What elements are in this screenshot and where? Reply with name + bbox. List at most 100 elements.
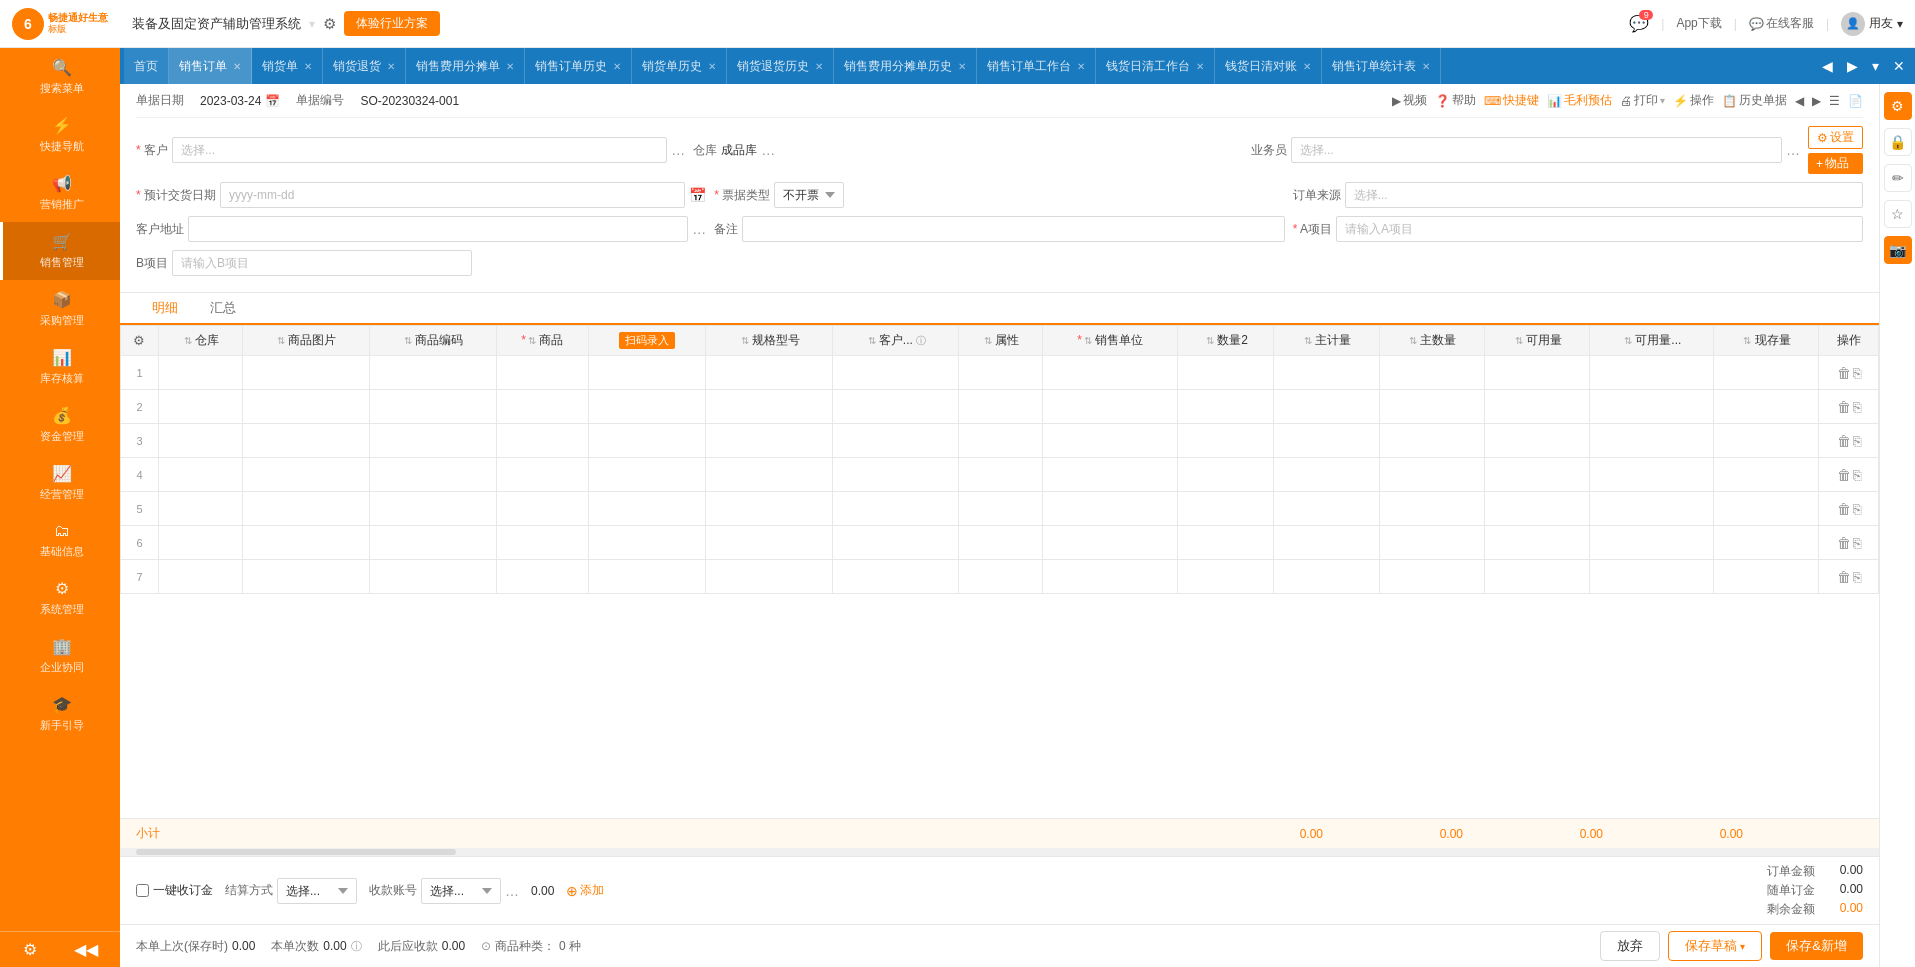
help-btn[interactable]: ❓ 帮助 bbox=[1435, 92, 1476, 109]
online-support-link[interactable]: 💬 在线客服 bbox=[1749, 15, 1814, 32]
rp-lock-btn[interactable]: 🔒 bbox=[1884, 128, 1912, 156]
tab-detail[interactable]: 明细 bbox=[136, 293, 194, 325]
settings-bottom-icon[interactable]: ⚙ bbox=[23, 940, 37, 959]
row-2-delete-icon[interactable]: 🗑 bbox=[1837, 399, 1851, 415]
sidebar-item-inventory[interactable]: 📊 库存核算 bbox=[0, 338, 120, 396]
row-6-copy-icon[interactable]: ⎘ bbox=[1853, 535, 1861, 551]
account-select[interactable]: 选择... bbox=[421, 878, 501, 904]
tab-sales-order-close[interactable]: ✕ bbox=[233, 61, 241, 72]
operation-btn[interactable]: ⚡ 操作 bbox=[1673, 92, 1714, 109]
add-payment-btn[interactable]: ⊕ 添加 bbox=[566, 882, 604, 899]
tab-summary[interactable]: 汇总 bbox=[194, 293, 252, 325]
scroll-indicator[interactable] bbox=[120, 848, 1879, 856]
tab-order-history[interactable]: 销售订单历史 ✕ bbox=[525, 48, 632, 84]
sidebar-item-finance[interactable]: 💰 资金管理 bbox=[0, 396, 120, 454]
print-btn[interactable]: 🖨 打印 ▾ bbox=[1620, 92, 1665, 109]
add-goods-btn[interactable]: + 物品 bbox=[1808, 153, 1863, 174]
row-1-main-qty[interactable] bbox=[1379, 356, 1484, 390]
settings-icon[interactable]: ⚙ bbox=[323, 15, 336, 33]
draft-btn[interactable]: 保存草稿 ▾ bbox=[1668, 931, 1763, 961]
address-input[interactable] bbox=[188, 216, 688, 242]
row-3-copy-icon[interactable]: ⎘ bbox=[1853, 433, 1861, 449]
tab-statistics-close[interactable]: ✕ bbox=[1422, 61, 1430, 72]
row-2-unit[interactable] bbox=[1042, 390, 1178, 424]
collapse-icon[interactable]: ◀◀ bbox=[74, 940, 98, 959]
remark-input[interactable] bbox=[742, 216, 1284, 242]
profit-btn[interactable]: 📊 毛利预估 bbox=[1547, 92, 1612, 109]
app-download-link[interactable]: App下载 bbox=[1676, 15, 1721, 32]
row-5-delete-icon[interactable]: 🗑 bbox=[1837, 501, 1851, 517]
user-menu[interactable]: 👤 用友 ▾ bbox=[1841, 12, 1903, 36]
staff-input[interactable] bbox=[1291, 137, 1782, 163]
quick-settle-checkbox[interactable]: 一键收订金 bbox=[136, 882, 213, 899]
quick-settle-check[interactable] bbox=[136, 884, 149, 897]
sidebar-item-enterprise[interactable]: 🏢 企业协同 bbox=[0, 627, 120, 685]
tab-return-history[interactable]: 销货退货历史 ✕ bbox=[727, 48, 834, 84]
view-btn[interactable]: ▶ 视频 bbox=[1392, 92, 1427, 109]
tab-expense-history-close[interactable]: ✕ bbox=[958, 61, 966, 72]
sidebar-item-sales[interactable]: 🛒 销售管理 bbox=[0, 222, 120, 280]
row-2-copy-icon[interactable]: ⎘ bbox=[1853, 399, 1861, 415]
sidebar-item-marketing[interactable]: 📢 营销推广 bbox=[0, 164, 120, 222]
row-5-copy-icon[interactable]: ⎘ bbox=[1853, 501, 1861, 517]
sidebar-item-basic[interactable]: 🗂 基础信息 bbox=[0, 512, 120, 569]
row-1-delete-icon[interactable]: 🗑 bbox=[1837, 365, 1851, 381]
delivery-date-input[interactable] bbox=[220, 182, 685, 208]
tab-invoice[interactable]: 销货单 ✕ bbox=[252, 48, 323, 84]
tab-return-history-close[interactable]: ✕ bbox=[815, 61, 823, 72]
a-project-input[interactable] bbox=[1336, 216, 1863, 242]
customer-input[interactable] bbox=[172, 137, 667, 163]
row-1-warehouse[interactable] bbox=[158, 356, 242, 390]
scroll-thumb[interactable] bbox=[136, 849, 456, 855]
row-2-warehouse[interactable] bbox=[158, 390, 242, 424]
order-source-input[interactable] bbox=[1345, 182, 1863, 208]
nav-next[interactable]: ▶ bbox=[1812, 94, 1821, 108]
tab-invoice-history[interactable]: 销货单历史 ✕ bbox=[632, 48, 727, 84]
nav-prev[interactable]: ◀ bbox=[1795, 94, 1804, 108]
sidebar-item-purchase[interactable]: 📦 采购管理 bbox=[0, 280, 120, 338]
discard-btn[interactable]: 放弃 bbox=[1600, 931, 1660, 961]
tab-sales-order[interactable]: 销售订单 ✕ bbox=[169, 48, 252, 84]
row-1-qty2[interactable] bbox=[1178, 356, 1274, 390]
tab-order-history-close[interactable]: ✕ bbox=[613, 61, 621, 72]
sidebar-item-management[interactable]: 📈 经营管理 bbox=[0, 454, 120, 512]
row-7-copy-icon[interactable]: ⎘ bbox=[1853, 569, 1861, 585]
setting-btn[interactable]: ⚙ 设置 bbox=[1808, 126, 1863, 149]
customer-dots[interactable]: … bbox=[671, 142, 685, 158]
rp-star-btn[interactable]: ☆ bbox=[1884, 200, 1912, 228]
calendar-icon[interactable]: 📅 bbox=[265, 94, 280, 108]
row-1-goods[interactable] bbox=[496, 356, 588, 390]
history-btn[interactable]: 📋 历史单据 bbox=[1722, 92, 1787, 109]
tab-daily-workbench-close[interactable]: ✕ bbox=[1196, 61, 1204, 72]
new-form-icon[interactable]: 📄 bbox=[1848, 94, 1863, 108]
row-4-copy-icon[interactable]: ⎘ bbox=[1853, 467, 1861, 483]
account-dots[interactable]: … bbox=[505, 883, 519, 899]
col-gear[interactable]: ⚙ bbox=[121, 326, 159, 356]
row-1-spec[interactable] bbox=[706, 356, 833, 390]
print-dropdown[interactable]: ▾ bbox=[1660, 95, 1665, 106]
tab-daily-workbench[interactable]: 钱货日清工作台 ✕ bbox=[1096, 48, 1215, 84]
sidebar-item-search[interactable]: 🔍 搜索菜单 bbox=[0, 48, 120, 106]
tab-menu-arrow[interactable]: ▾ bbox=[1866, 54, 1885, 78]
gear-icon[interactable]: ⚙ bbox=[133, 333, 145, 348]
row-1-copy-icon[interactable]: ⎘ bbox=[1853, 365, 1861, 381]
row-1-attr[interactable] bbox=[959, 356, 1043, 390]
b-project-input[interactable] bbox=[172, 250, 472, 276]
sidebar-item-quick[interactable]: ⚡ 快捷导航 bbox=[0, 106, 120, 164]
industry-btn[interactable]: 体验行业方案 bbox=[344, 11, 440, 36]
tab-daily-reconcile[interactable]: 钱货日清对账 ✕ bbox=[1215, 48, 1322, 84]
rp-scan-btn[interactable]: 📷 bbox=[1884, 236, 1912, 264]
row-6-delete-icon[interactable]: 🗑 bbox=[1837, 535, 1851, 551]
tab-workbench-close[interactable]: ✕ bbox=[1077, 61, 1085, 72]
row-4-delete-icon[interactable]: 🗑 bbox=[1837, 467, 1851, 483]
tab-next-arrow[interactable]: ▶ bbox=[1841, 54, 1864, 78]
rp-settings-btn[interactable]: ⚙ bbox=[1884, 92, 1912, 120]
tab-statistics[interactable]: 销售订单统计表 ✕ bbox=[1322, 48, 1441, 84]
tab-invoice-close[interactable]: ✕ bbox=[304, 61, 312, 72]
message-icon[interactable]: 💬 9 bbox=[1629, 14, 1649, 33]
row-1-unit[interactable] bbox=[1042, 356, 1178, 390]
warehouse-dots[interactable]: … bbox=[761, 142, 775, 158]
list-view-icon[interactable]: ☰ bbox=[1829, 94, 1840, 108]
tab-return-close[interactable]: ✕ bbox=[387, 61, 395, 72]
delivery-calendar-icon[interactable]: 📅 bbox=[689, 187, 706, 203]
